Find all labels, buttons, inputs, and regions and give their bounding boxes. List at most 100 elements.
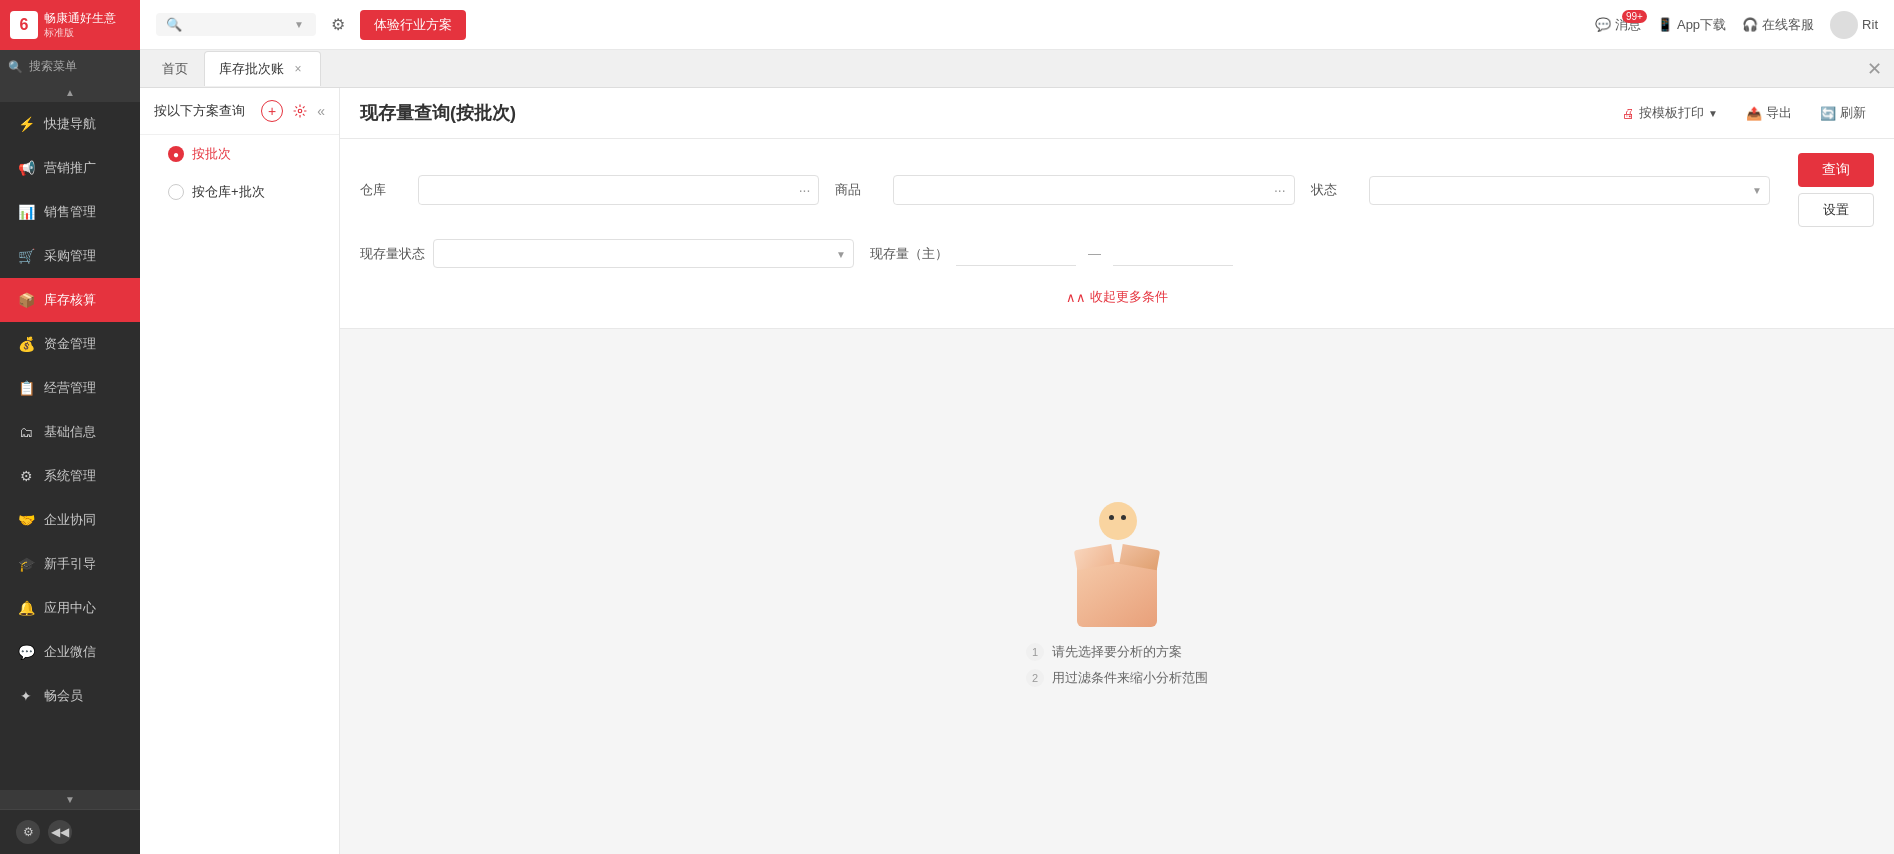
- page-header: 现存量查询(按批次) 🖨 按模板打印 ▼ 📤 导出 🔄 刷新: [340, 88, 1894, 139]
- plan-item-by-batch[interactable]: ● 按批次: [140, 135, 339, 173]
- sidebar: 6 畅康通好生意 标准版 🔍 搜索菜单 ▲ ⚡ 快捷导航 📢 营销推广 📊 销售…: [0, 0, 140, 854]
- sidebar-item-membership[interactable]: ✦ 畅会员: [0, 674, 140, 718]
- trial-button[interactable]: 体验行业方案: [360, 10, 466, 40]
- collapse-more-btn[interactable]: ∧∧ 收起更多条件: [360, 280, 1874, 314]
- sales-icon: 📊: [16, 202, 36, 222]
- sidebar-item-basic[interactable]: 🗂 基础信息: [0, 410, 140, 454]
- sidebar-item-operations[interactable]: 📋 经营管理: [0, 366, 140, 410]
- online-service-item[interactable]: 🎧 在线客服: [1742, 16, 1814, 34]
- stock-status-label: 现存量状态: [360, 245, 425, 263]
- topbar-left: 🔍 ▼ ⚙ 体验行业方案: [156, 10, 1583, 40]
- empty-tips: 1 请先选择要分析的方案 2 用过滤条件来缩小分析范围: [1026, 643, 1208, 687]
- topbar-search-area[interactable]: 🔍 ▼: [156, 13, 316, 36]
- finance-label: 资金管理: [44, 335, 96, 353]
- status-label: 状态: [1311, 181, 1361, 199]
- search-label: 搜索菜单: [29, 58, 77, 75]
- content-area: 按以下方案查询 + « ● 按批次 按仓库+批次: [140, 88, 1894, 854]
- topbar-right: 💬 消息 99+ 📱 App下载 🎧 在线客服 Rit: [1595, 11, 1878, 39]
- tab-close-right-btn[interactable]: ✕: [1863, 54, 1886, 84]
- stock-qty-max-input[interactable]: [1113, 242, 1233, 266]
- left-panel: 按以下方案查询 + « ● 按批次 按仓库+批次: [140, 88, 340, 854]
- edition-label: 标准版: [44, 26, 116, 39]
- app-download-item[interactable]: 📱 App下载: [1657, 16, 1726, 34]
- appstore-icon: 🔔: [16, 598, 36, 618]
- eye-right: [1121, 515, 1126, 520]
- right-panel: 现存量查询(按批次) 🖨 按模板打印 ▼ 📤 导出 🔄 刷新: [340, 88, 1894, 854]
- empty-state: 1 请先选择要分析的方案 2 用过滤条件来缩小分析范围: [340, 329, 1894, 854]
- brand-text: 畅康通好生意 标准版: [44, 11, 116, 40]
- export-icon: 📤: [1746, 106, 1762, 121]
- print-button[interactable]: 🖨 按模板打印 ▼: [1614, 100, 1726, 126]
- sidebar-item-marketing[interactable]: 📢 营销推广: [0, 146, 140, 190]
- sidebar-item-newbie[interactable]: 🎓 新手引导: [0, 542, 140, 586]
- tab-inventory-batch-label: 库存批次账: [219, 60, 284, 78]
- collapse-left-panel-btn[interactable]: «: [317, 103, 325, 119]
- sidebar-search[interactable]: 🔍 搜索菜单: [0, 50, 140, 83]
- tip-text-1: 请先选择要分析的方案: [1052, 643, 1182, 661]
- status-select[interactable]: [1369, 176, 1770, 205]
- tabbar: 首页 库存批次账 × ✕: [140, 50, 1894, 88]
- sidebar-item-purchase[interactable]: 🛒 采购管理: [0, 234, 140, 278]
- collapse-more-label: 收起更多条件: [1090, 288, 1168, 306]
- sidebar-item-inventory[interactable]: 📦 库存核算: [0, 278, 140, 322]
- settings-button[interactable]: 设置: [1798, 193, 1874, 227]
- goods-dots-icon[interactable]: ···: [1266, 176, 1294, 204]
- print-icon: 🖨: [1622, 106, 1635, 121]
- query-button[interactable]: 查询: [1798, 153, 1874, 187]
- inventory-label: 库存核算: [44, 291, 96, 309]
- sidebar-item-enterprise[interactable]: 🤝 企业协同: [0, 498, 140, 542]
- enterprise-icon: 🤝: [16, 510, 36, 530]
- sidebar-item-sales[interactable]: 📊 销售管理: [0, 190, 140, 234]
- print-dropdown-icon[interactable]: ▼: [1708, 108, 1718, 119]
- sidebar-item-wechat[interactable]: 💬 企业微信: [0, 630, 140, 674]
- sidebar-item-finance[interactable]: 💰 资金管理: [0, 322, 140, 366]
- plan-settings-button[interactable]: [289, 100, 311, 122]
- settings-icon[interactable]: ⚙: [16, 820, 40, 844]
- goods-input[interactable]: [894, 177, 1266, 204]
- message-badge: 99+: [1622, 10, 1647, 23]
- status-filter-group: 状态: [1311, 176, 1770, 205]
- export-label: 导出: [1766, 104, 1792, 122]
- plan-label-by-batch: 按批次: [192, 145, 231, 163]
- topbar-search-input[interactable]: [188, 18, 288, 32]
- tab-inventory-batch[interactable]: 库存批次账 ×: [204, 51, 321, 86]
- status-select-wrapper: [1369, 176, 1770, 205]
- user-avatar-item[interactable]: Rit: [1830, 11, 1878, 39]
- messages-item[interactable]: 💬 消息 99+: [1595, 16, 1641, 34]
- plan-dot-active: ●: [168, 146, 184, 162]
- topbar: 🔍 ▼ ⚙ 体验行业方案 💬 消息 99+ 📱 App下载 🎧 在线客服: [140, 0, 1894, 50]
- tab-close-icon[interactable]: ×: [290, 61, 306, 77]
- wechat-icon: 💬: [16, 642, 36, 662]
- stock-status-select[interactable]: [433, 239, 854, 268]
- stock-status-filter-group: 现存量状态: [360, 239, 854, 268]
- app-logo: 6: [10, 11, 38, 39]
- add-plan-button[interactable]: +: [261, 100, 283, 122]
- scroll-up-arrow[interactable]: ▲: [0, 83, 140, 102]
- tab-home[interactable]: 首页: [148, 52, 202, 86]
- quicknav-label: 快捷导航: [44, 115, 96, 133]
- basic-label: 基础信息: [44, 423, 96, 441]
- warehouse-input[interactable]: [419, 177, 791, 204]
- sidebar-item-appstore[interactable]: 🔔 应用中心: [0, 586, 140, 630]
- sidebar-header: 6 畅康通好生意 标准版: [0, 0, 140, 50]
- sales-label: 销售管理: [44, 203, 96, 221]
- scroll-down-arrow[interactable]: ▼: [0, 790, 140, 809]
- warehouse-dots-icon[interactable]: ···: [791, 176, 819, 204]
- topbar-dropdown-icon[interactable]: ▼: [294, 19, 304, 30]
- collapse-up-icon: ∧∧: [1066, 290, 1086, 305]
- topbar-gear-icon[interactable]: ⚙: [324, 11, 352, 39]
- refresh-button[interactable]: 🔄 刷新: [1812, 100, 1874, 126]
- sidebar-item-quicknav[interactable]: ⚡ 快捷导航: [0, 102, 140, 146]
- newbie-icon: 🎓: [16, 554, 36, 574]
- collapse-icon[interactable]: ◀◀: [48, 820, 72, 844]
- finance-icon: 💰: [16, 334, 36, 354]
- export-button[interactable]: 📤 导出: [1738, 100, 1800, 126]
- online-service-label: 在线客服: [1762, 16, 1814, 34]
- plan-item-by-warehouse-batch[interactable]: 按仓库+批次: [140, 173, 339, 211]
- appstore-label: 应用中心: [44, 599, 96, 617]
- tip-num-1: 1: [1026, 643, 1044, 661]
- headset-icon: 🎧: [1742, 17, 1758, 32]
- stock-qty-min-input[interactable]: [956, 242, 1076, 266]
- sidebar-item-system[interactable]: ⚙ 系统管理: [0, 454, 140, 498]
- inventory-icon: 📦: [16, 290, 36, 310]
